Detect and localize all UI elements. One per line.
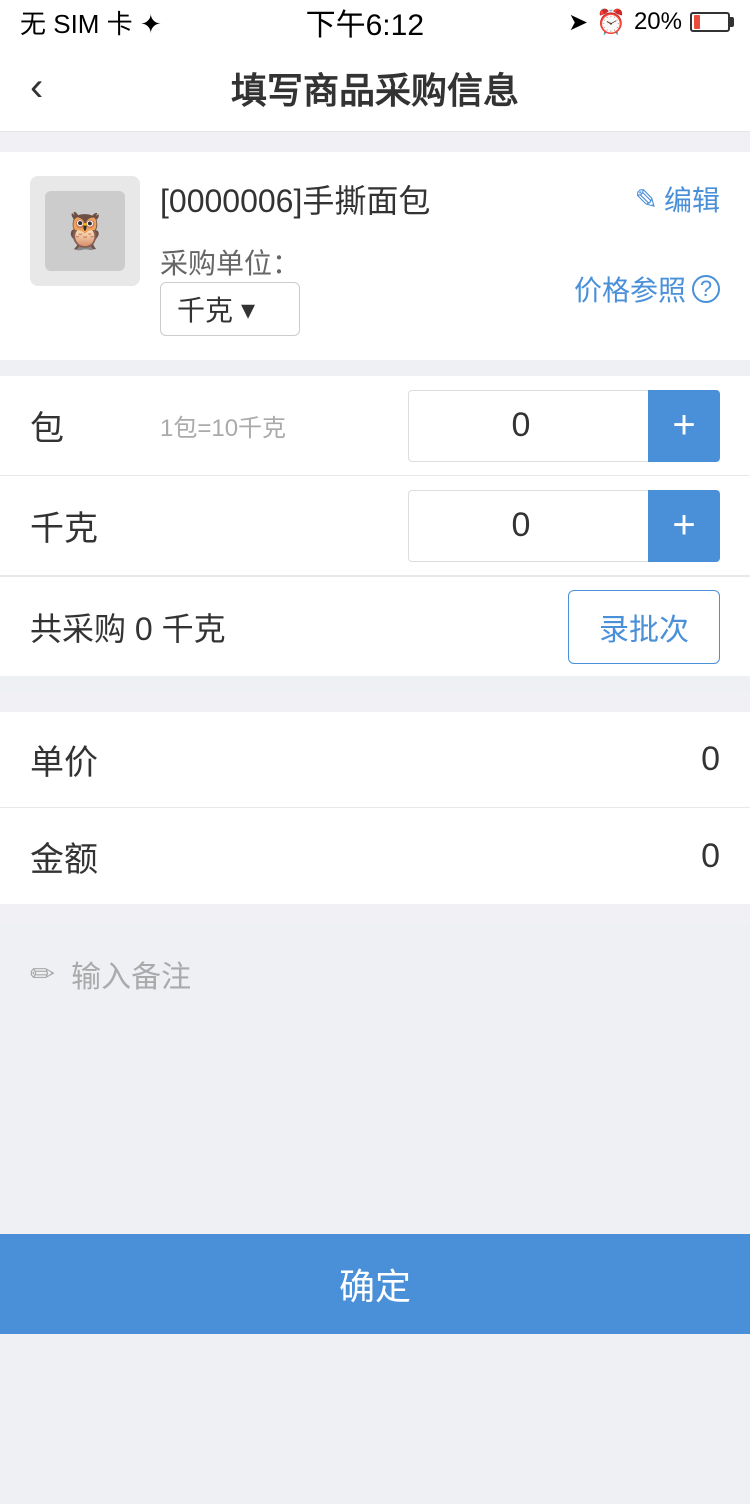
product-thumbnail: 🦉 — [45, 191, 125, 271]
battery-percent: 20% — [634, 8, 682, 36]
owl-logo: 🦉 — [50, 196, 120, 266]
edit-label: 编辑 — [664, 179, 720, 219]
kg-input-row: 千克 + — [0, 476, 750, 576]
price-ref-help-icon: ? — [692, 275, 720, 303]
price-ref-label: 价格参照 — [574, 269, 686, 309]
summary-row: 共采购 0 千克 录批次 — [0, 576, 750, 676]
remark-placeholder: 输入备注 — [71, 952, 191, 996]
unit-price-value: 0 — [701, 740, 720, 779]
kg-plus-button[interactable]: + — [648, 490, 720, 562]
unit-price-row: 单价 0 — [0, 712, 750, 808]
sim-status: 无 SIM 卡 ✦ — [20, 4, 162, 41]
status-bar: 无 SIM 卡 ✦ 下午6:12 ➤ ⏰ 20% — [0, 0, 750, 44]
unit-price-label: 单价 — [30, 735, 98, 784]
bag-input-row: 包 1包=10千克 + — [0, 376, 750, 476]
unit-label: 采购单位： — [160, 248, 300, 279]
status-left: 无 SIM 卡 ✦ — [20, 4, 162, 41]
summary-text: 共采购 0 千克 — [30, 604, 226, 650]
unit-row: 采购单位： 千克 ▾ 价格参照 ? — [160, 242, 720, 336]
unit-label-group: 采购单位： 千克 ▾ — [160, 242, 300, 336]
location-icon: ➤ — [568, 8, 588, 37]
unit-value: 千克 — [177, 289, 233, 329]
page-title: 填写商品采购信息 — [231, 62, 519, 114]
amount-row: 金额 0 — [0, 808, 750, 904]
bag-input-group: + — [408, 390, 720, 462]
pencil-icon: ✏ — [30, 957, 55, 992]
bag-sublabel: 1包=10千克 — [160, 408, 286, 443]
kg-quantity-input[interactable] — [408, 490, 648, 562]
quantity-section: 包 1包=10千克 + 千克 + 共采购 0 千克 录批次 — [0, 376, 750, 676]
edit-button[interactable]: ✎ 编辑 — [635, 179, 720, 219]
product-name-row: [0000006]手撕面包 ✎ 编辑 — [160, 176, 720, 222]
dropdown-icon: ▾ — [241, 293, 255, 326]
status-time: 下午6:12 — [306, 0, 424, 44]
amount-value: 0 — [701, 837, 720, 876]
battery-icon — [690, 12, 730, 32]
price-ref-button[interactable]: 价格参照 ? — [574, 269, 720, 309]
confirm-button[interactable]: 确定 — [0, 1234, 750, 1334]
nav-bar: ‹ 填写商品采购信息 — [0, 44, 750, 132]
edit-icon: ✎ — [635, 183, 658, 216]
unit-select[interactable]: 千克 ▾ — [160, 282, 300, 336]
bag-quantity-input[interactable] — [408, 390, 648, 462]
product-info: [0000006]手撕面包 ✎ 编辑 采购单位： 千克 ▾ 价格参照 ? — [160, 176, 720, 336]
bag-plus-button[interactable]: + — [648, 390, 720, 462]
remark-section[interactable]: ✏ 输入备注 — [0, 924, 750, 1024]
status-right: ➤ ⏰ 20% — [568, 8, 730, 37]
product-name: [0000006]手撕面包 — [160, 176, 430, 222]
product-card: 🦉 [0000006]手撕面包 ✎ 编辑 采购单位： 千克 ▾ 价格参照 ? — [0, 152, 750, 360]
kg-input-group: + — [408, 490, 720, 562]
amount-label: 金额 — [30, 832, 98, 881]
batch-button[interactable]: 录批次 — [568, 590, 720, 664]
section-divider-1 — [0, 360, 750, 376]
kg-label: 千克 — [30, 501, 150, 550]
price-section: 单价 0 金额 0 — [0, 712, 750, 904]
section-divider-2 — [0, 676, 750, 692]
product-image: 🦉 — [30, 176, 140, 286]
alarm-icon: ⏰ — [596, 8, 626, 37]
bag-label: 包 — [30, 401, 150, 450]
back-button[interactable]: ‹ — [30, 65, 43, 110]
